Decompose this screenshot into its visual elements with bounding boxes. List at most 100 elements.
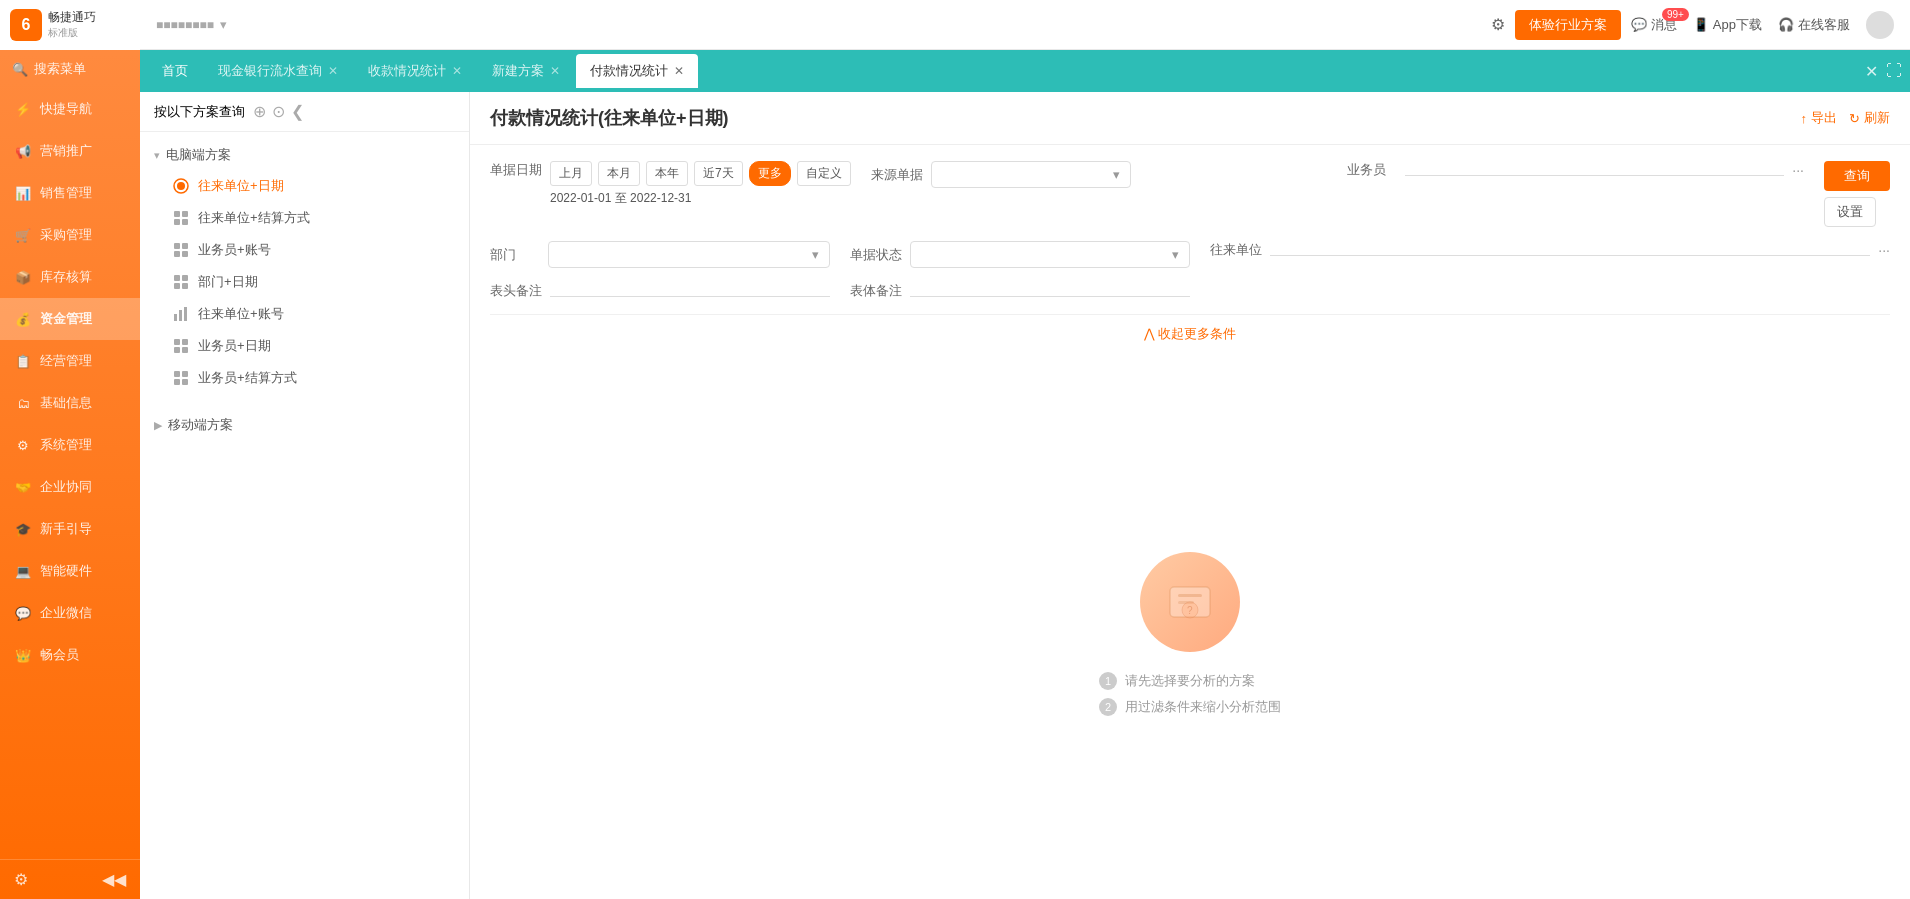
user-avatar[interactable]: [1866, 11, 1894, 39]
salesman-more-icon[interactable]: ···: [1792, 162, 1804, 178]
date-btn-custom[interactable]: 自定义: [797, 161, 851, 186]
add-scheme-icon[interactable]: ⊕: [253, 102, 266, 121]
tab-receipt-stats[interactable]: 收款情况统计 ✕: [354, 54, 476, 88]
left-panel-actions: ⊕ ⊙ ❮: [253, 102, 304, 121]
breadcrumb: ■■■■■■■■ ▾: [156, 17, 1481, 32]
date-btn-last-7days[interactable]: 近7天: [694, 161, 743, 186]
collapse-label: 收起更多条件: [1158, 326, 1236, 341]
export-icon: ↑: [1801, 111, 1808, 126]
messages-action[interactable]: 💬 消息 99+: [1631, 16, 1677, 34]
sidebar-item-hardware[interactable]: 💻 智能硬件: [0, 550, 140, 592]
sidebar-item-guide[interactable]: 🎓 新手引导: [0, 508, 140, 550]
tab-receipt-stats-close[interactable]: ✕: [452, 64, 462, 78]
export-btn[interactable]: ↑ 导出: [1801, 109, 1838, 127]
empty-state: ? 1 请先选择要分析的方案 2 用过滤条件来缩小分析范围: [470, 369, 1910, 899]
svg-rect-20: [182, 347, 188, 353]
salesman-input-line[interactable]: [1405, 165, 1784, 176]
dept-arrow-icon: ▾: [812, 247, 819, 262]
desktop-scheme-header[interactable]: ▾ 电脑端方案: [140, 140, 469, 170]
sidebar-item-operation-label: 经营管理: [40, 352, 92, 370]
doc-status-select[interactable]: ▾: [910, 241, 1190, 268]
empty-hint-1: 1 请先选择要分析的方案: [1099, 672, 1281, 690]
online-service-label: 在线客服: [1798, 16, 1850, 34]
dept-select[interactable]: ▾: [548, 241, 830, 268]
settings-small-btn[interactable]: 设置: [1824, 197, 1876, 227]
scheme-grid-icon-4: [172, 337, 190, 355]
tab-home[interactable]: 首页: [148, 54, 202, 88]
scheme-settings-icon[interactable]: ⊙: [272, 102, 285, 121]
sidebar-item-wechat-label: 企业微信: [40, 604, 92, 622]
sidebar-item-wechat[interactable]: 💬 企业微信: [0, 592, 140, 634]
scheme-dept-date[interactable]: 部门+日期: [140, 266, 469, 298]
experience-btn[interactable]: 体验行业方案: [1515, 10, 1621, 40]
sidebar-item-inventory-label: 库存核算: [40, 268, 92, 286]
header-note-input[interactable]: [550, 286, 830, 297]
sidebar-item-member[interactable]: 👑 畅会员: [0, 634, 140, 676]
sidebar-item-basic[interactable]: 🗂 基础信息: [0, 382, 140, 424]
operation-icon: 📋: [14, 352, 32, 370]
svg-rect-23: [174, 379, 180, 385]
date-btn-this-month[interactable]: 本月: [598, 161, 640, 186]
logo-icon: 6: [10, 9, 42, 41]
scheme-salesman-settlement[interactable]: 业务员+结算方式: [140, 362, 469, 394]
sidebar-item-system[interactable]: ⚙ 系统管理: [0, 424, 140, 466]
date-btn-this-year[interactable]: 本年: [646, 161, 688, 186]
tab-expand-icon[interactable]: ⛶: [1886, 62, 1902, 80]
counterpart-more-icon[interactable]: ···: [1878, 242, 1890, 258]
tab-payment-stats-close[interactable]: ✕: [674, 64, 684, 78]
svg-rect-18: [182, 339, 188, 345]
svg-point-1: [177, 182, 185, 190]
scheme-counterpart-date-label: 往来单位+日期: [198, 177, 284, 195]
logo-area: 6 畅捷通巧 标准版: [0, 0, 140, 50]
svg-rect-17: [174, 339, 180, 345]
sidebar-item-sales[interactable]: 📊 销售管理: [0, 172, 140, 214]
hardware-icon: 💻: [14, 562, 32, 580]
sidebar: 6 畅捷通巧 标准版 🔍 搜索菜单 ⚡ 快捷导航 📢 营销推广 📊 销售管理 🛒…: [0, 0, 140, 899]
breadcrumb-dropdown[interactable]: ▾: [220, 17, 227, 32]
settings-footer-icon[interactable]: ⚙: [14, 870, 28, 889]
tab-new-scheme-close[interactable]: ✕: [550, 64, 560, 78]
scheme-salesman-account[interactable]: 业务员+账号: [140, 234, 469, 266]
scheme-counterpart-settlement[interactable]: 往来单位+结算方式: [140, 202, 469, 234]
counterpart-input-line[interactable]: [1270, 245, 1870, 256]
sales-icon: 📊: [14, 184, 32, 202]
tab-bank-flow[interactable]: 现金银行流水查询 ✕: [204, 54, 352, 88]
query-btn[interactable]: 查询: [1824, 161, 1890, 191]
collapse-panel-icon[interactable]: ❮: [291, 102, 304, 121]
tab-close-all-icon[interactable]: ✕: [1865, 62, 1878, 81]
svg-rect-9: [182, 251, 188, 257]
scheme-counterpart-date[interactable]: 往来单位+日期: [140, 170, 469, 202]
sidebar-item-quick-nav[interactable]: ⚡ 快捷导航: [0, 88, 140, 130]
filter-doc-status-item: 单据状态 ▾: [850, 241, 1190, 268]
desktop-scheme-section: ▾ 电脑端方案 往来单位+日期 往来单位+结算方式: [140, 132, 469, 402]
scheme-counterpart-account[interactable]: 往来单位+账号: [140, 298, 469, 330]
mobile-scheme-label: 移动端方案: [168, 416, 233, 434]
sidebar-item-capital[interactable]: 💰 资金管理: [0, 298, 140, 340]
scheme-salesman-date[interactable]: 业务员+日期: [140, 330, 469, 362]
filter-header-note-item: 表头备注: [490, 282, 830, 300]
source-doc-select[interactable]: ▾: [931, 161, 1131, 188]
sidebar-item-operation[interactable]: 📋 经营管理: [0, 340, 140, 382]
svg-rect-22: [182, 371, 188, 377]
collapse-sidebar-icon[interactable]: ◀◀: [102, 870, 126, 889]
sidebar-item-cooperation[interactable]: 🤝 企业协同: [0, 466, 140, 508]
date-btn-last-month[interactable]: 上月: [550, 161, 592, 186]
collapse-more-conditions-bar[interactable]: ⋀ 收起更多条件: [490, 314, 1890, 353]
tab-new-scheme[interactable]: 新建方案 ✕: [478, 54, 574, 88]
date-btn-more[interactable]: 更多: [749, 161, 791, 186]
refresh-btn[interactable]: ↻ 刷新: [1849, 109, 1890, 127]
tab-bank-flow-close[interactable]: ✕: [328, 64, 338, 78]
refresh-icon: ↻: [1849, 111, 1860, 126]
app-edition: 标准版: [48, 26, 96, 40]
search-menu[interactable]: 🔍 搜索菜单: [0, 50, 140, 88]
app-download-action[interactable]: 📱 App下载: [1693, 16, 1762, 34]
sidebar-item-purchase[interactable]: 🛒 采购管理: [0, 214, 140, 256]
header-settings-icon[interactable]: ⚙: [1491, 15, 1505, 34]
mobile-scheme-header[interactable]: ▶ 移动端方案: [140, 410, 469, 440]
sidebar-item-inventory[interactable]: 📦 库存核算: [0, 256, 140, 298]
body-note-input[interactable]: [910, 286, 1190, 297]
online-service-action[interactable]: 🎧 在线客服: [1778, 16, 1850, 34]
filter-body-note-label: 表体备注: [850, 282, 902, 300]
tab-payment-stats[interactable]: 付款情况统计 ✕: [576, 54, 698, 88]
sidebar-item-marketing[interactable]: 📢 营销推广: [0, 130, 140, 172]
